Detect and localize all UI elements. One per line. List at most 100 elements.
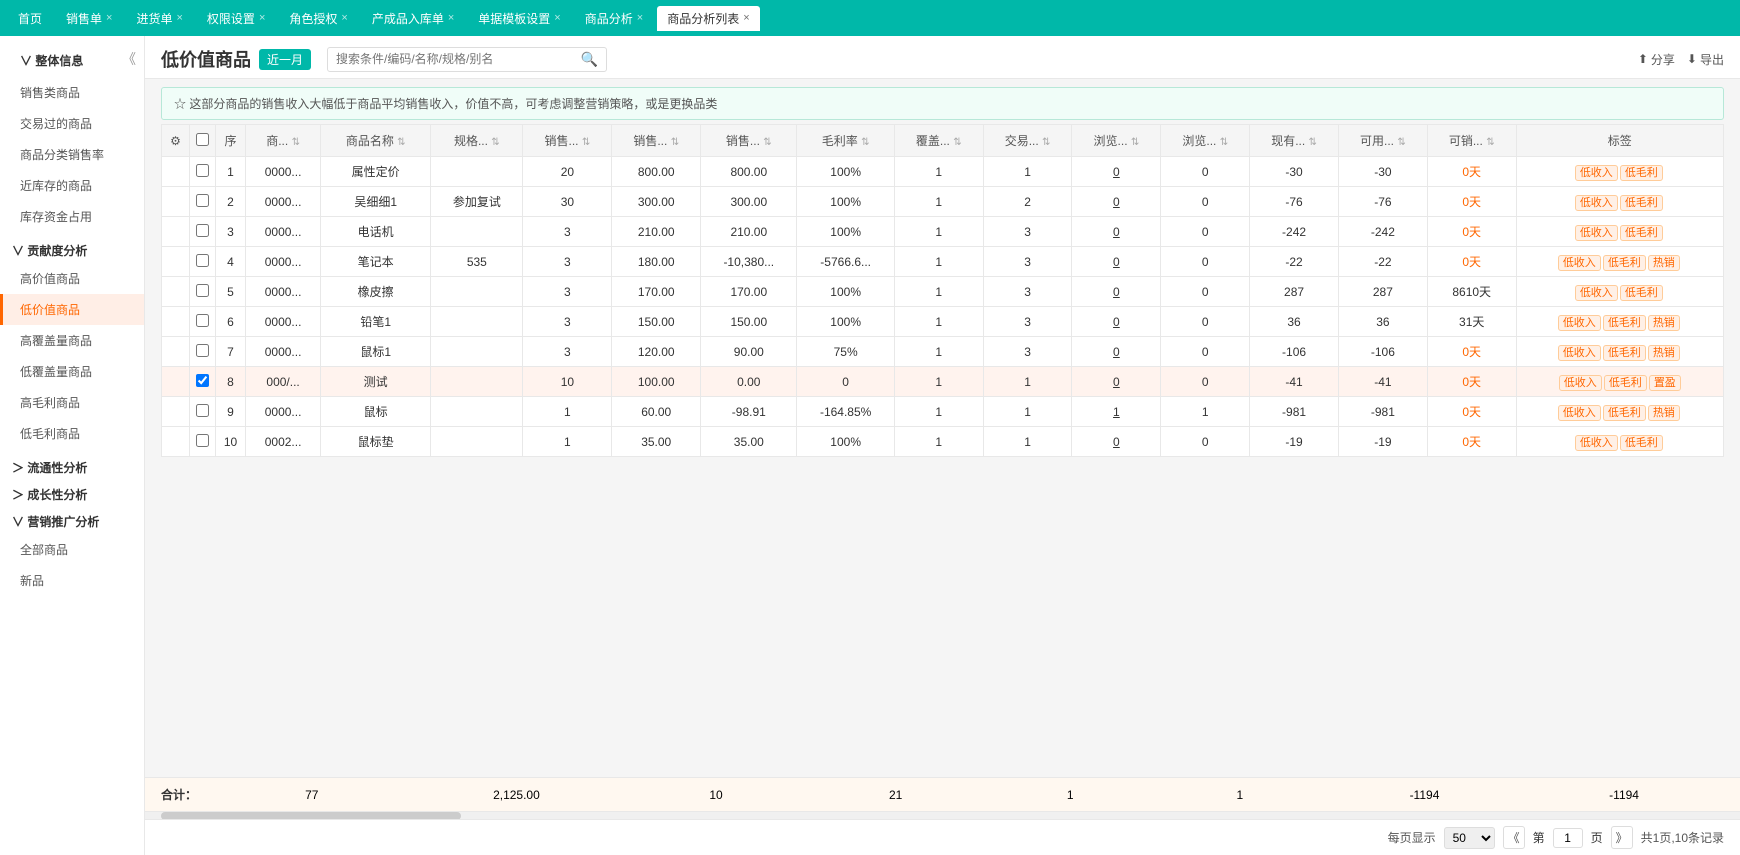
filter-tag-btn[interactable]: 近一月 (259, 49, 311, 70)
share-button[interactable]: ⬆ 分享 (1638, 51, 1675, 68)
cell-browse1[interactable]: 0 (1072, 217, 1161, 247)
cell-check[interactable] (190, 277, 216, 307)
cell-check[interactable] (190, 427, 216, 457)
row-checkbox[interactable] (196, 194, 209, 207)
th-name[interactable]: 商品名称 ⇅ (321, 125, 431, 157)
th-browse1[interactable]: 浏览... ⇅ (1072, 125, 1161, 157)
sidebar-item-low-profit[interactable]: 低毛利商品 (0, 418, 144, 449)
nav-purchase[interactable]: 进货单 × (126, 6, 192, 31)
th-gear[interactable]: ⚙ (162, 125, 190, 157)
cell-check[interactable] (190, 247, 216, 277)
nav-goods-analysis[interactable]: 商品分析 × (575, 6, 653, 31)
browse1-link[interactable]: 0 (1113, 225, 1120, 239)
close-permission-icon[interactable]: × (259, 12, 265, 24)
close-sales-icon[interactable]: × (106, 12, 112, 24)
th-usable[interactable]: 可用... ⇅ (1338, 125, 1427, 157)
cell-check[interactable] (190, 217, 216, 247)
browse1-link[interactable]: 0 (1113, 285, 1120, 299)
cell-browse1[interactable]: 0 (1072, 367, 1161, 397)
select-all-checkbox[interactable] (196, 133, 209, 146)
sidebar-item-traded-goods[interactable]: 交易过的商品 (0, 108, 144, 139)
row-checkbox[interactable] (196, 404, 209, 417)
sidebar-item-all-goods[interactable]: 全部商品 (0, 534, 144, 565)
sidebar-item-high-value[interactable]: 高价值商品 (0, 263, 144, 294)
search-icon[interactable]: 🔍 (581, 51, 598, 68)
sidebar-item-stock-capital[interactable]: 库存资金占用 (0, 201, 144, 232)
next-page-button[interactable]: 》 (1611, 826, 1633, 849)
first-page-button[interactable]: 《 (1503, 826, 1525, 849)
cell-browse1[interactable]: 0 (1072, 277, 1161, 307)
th-sale1[interactable]: 销售... ⇅ (523, 125, 612, 157)
cell-browse1[interactable]: 0 (1072, 157, 1161, 187)
sidebar-item-category-rate[interactable]: 商品分类销售率 (0, 139, 144, 170)
row-checkbox[interactable] (196, 284, 209, 297)
sidebar-item-sales-goods[interactable]: 销售类商品 (0, 77, 144, 108)
row-checkbox[interactable] (196, 224, 209, 237)
browse1-link[interactable]: 1 (1113, 405, 1120, 419)
nav-home[interactable]: 首页 (8, 6, 52, 31)
close-goods-analysis-icon[interactable]: × (637, 12, 643, 24)
th-saleable[interactable]: 可销... ⇅ (1427, 125, 1516, 157)
cell-check[interactable] (190, 187, 216, 217)
page-size-select[interactable]: 50 100 200 (1444, 827, 1495, 849)
nav-permission[interactable]: 权限设置 × (197, 6, 275, 31)
cell-browse1[interactable]: 0 (1072, 187, 1161, 217)
cell-browse1[interactable]: 0 (1072, 337, 1161, 367)
th-code[interactable]: 商... ⇅ (246, 125, 321, 157)
nav-template[interactable]: 单据模板设置 × (468, 6, 570, 31)
browse1-link[interactable]: 0 (1113, 375, 1120, 389)
sidebar-item-near-stock[interactable]: 近库存的商品 (0, 170, 144, 201)
close-template-icon[interactable]: × (554, 12, 560, 24)
cell-check[interactable] (190, 397, 216, 427)
row-checkbox[interactable] (196, 254, 209, 267)
nav-sales[interactable]: 销售单 × (56, 6, 122, 31)
cell-check[interactable] (190, 157, 216, 187)
sidebar-item-high-profit[interactable]: 高毛利商品 (0, 387, 144, 418)
data-table-container[interactable]: ⚙ 序 商... ⇅ 商品名称 ⇅ 规格... ⇅ 销售... ⇅ 销售... … (145, 124, 1740, 777)
th-browse2[interactable]: 浏览... ⇅ (1161, 125, 1250, 157)
sidebar-item-low-value[interactable]: 低价值商品 (0, 294, 144, 325)
export-button[interactable]: ⬇ 导出 (1687, 51, 1724, 68)
th-current[interactable]: 现有... ⇅ (1250, 125, 1339, 157)
nav-goods-analysis-list[interactable]: 商品分析列表 × (657, 6, 759, 31)
sidebar-item-new-goods[interactable]: 新品 (0, 565, 144, 596)
sidebar-group-flow[interactable]: ＞ 流通性分析 (0, 449, 144, 480)
cell-browse1[interactable]: 0 (1072, 247, 1161, 277)
browse1-link[interactable]: 0 (1113, 165, 1120, 179)
row-checkbox[interactable] (196, 374, 209, 387)
nav-product-in[interactable]: 产成品入库单 × (362, 6, 464, 31)
th-sale2[interactable]: 销售... ⇅ (612, 125, 701, 157)
th-cover[interactable]: 覆盖... ⇅ (894, 125, 983, 157)
search-input[interactable] (336, 52, 577, 66)
page-number-input[interactable] (1553, 828, 1583, 848)
nav-role[interactable]: 角色授权 × (279, 6, 357, 31)
th-check[interactable] (190, 125, 216, 157)
cell-check[interactable] (190, 337, 216, 367)
sidebar-item-high-coverage[interactable]: 高覆盖量商品 (0, 325, 144, 356)
close-purchase-icon[interactable]: × (176, 12, 182, 24)
close-role-icon[interactable]: × (341, 12, 347, 24)
th-spec[interactable]: 规格... ⇅ (431, 125, 523, 157)
row-checkbox[interactable] (196, 344, 209, 357)
browse1-link[interactable]: 0 (1113, 315, 1120, 329)
browse1-link[interactable]: 0 (1113, 255, 1120, 269)
cell-browse1[interactable]: 0 (1072, 307, 1161, 337)
th-gross[interactable]: 毛利率 ⇅ (797, 125, 894, 157)
close-goods-analysis-list-icon[interactable]: × (743, 12, 749, 24)
cell-browse1[interactable]: 0 (1072, 427, 1161, 457)
browse1-link[interactable]: 0 (1113, 195, 1120, 209)
cell-check[interactable] (190, 307, 216, 337)
sidebar-group-growth[interactable]: ＞ 成长性分析 (0, 480, 144, 507)
sidebar-item-low-coverage[interactable]: 低覆盖量商品 (0, 356, 144, 387)
sidebar-collapse-icon[interactable]: 《 (122, 49, 136, 69)
th-trade[interactable]: 交易... ⇅ (983, 125, 1072, 157)
row-checkbox[interactable] (196, 434, 209, 447)
browse1-link[interactable]: 0 (1113, 345, 1120, 359)
browse1-link[interactable]: 0 (1113, 435, 1120, 449)
row-checkbox[interactable] (196, 314, 209, 327)
cell-browse1[interactable]: 1 (1072, 397, 1161, 427)
row-checkbox[interactable] (196, 164, 209, 177)
close-product-in-icon[interactable]: × (448, 12, 454, 24)
th-sale3[interactable]: 销售... ⇅ (701, 125, 797, 157)
cell-check[interactable] (190, 367, 216, 397)
